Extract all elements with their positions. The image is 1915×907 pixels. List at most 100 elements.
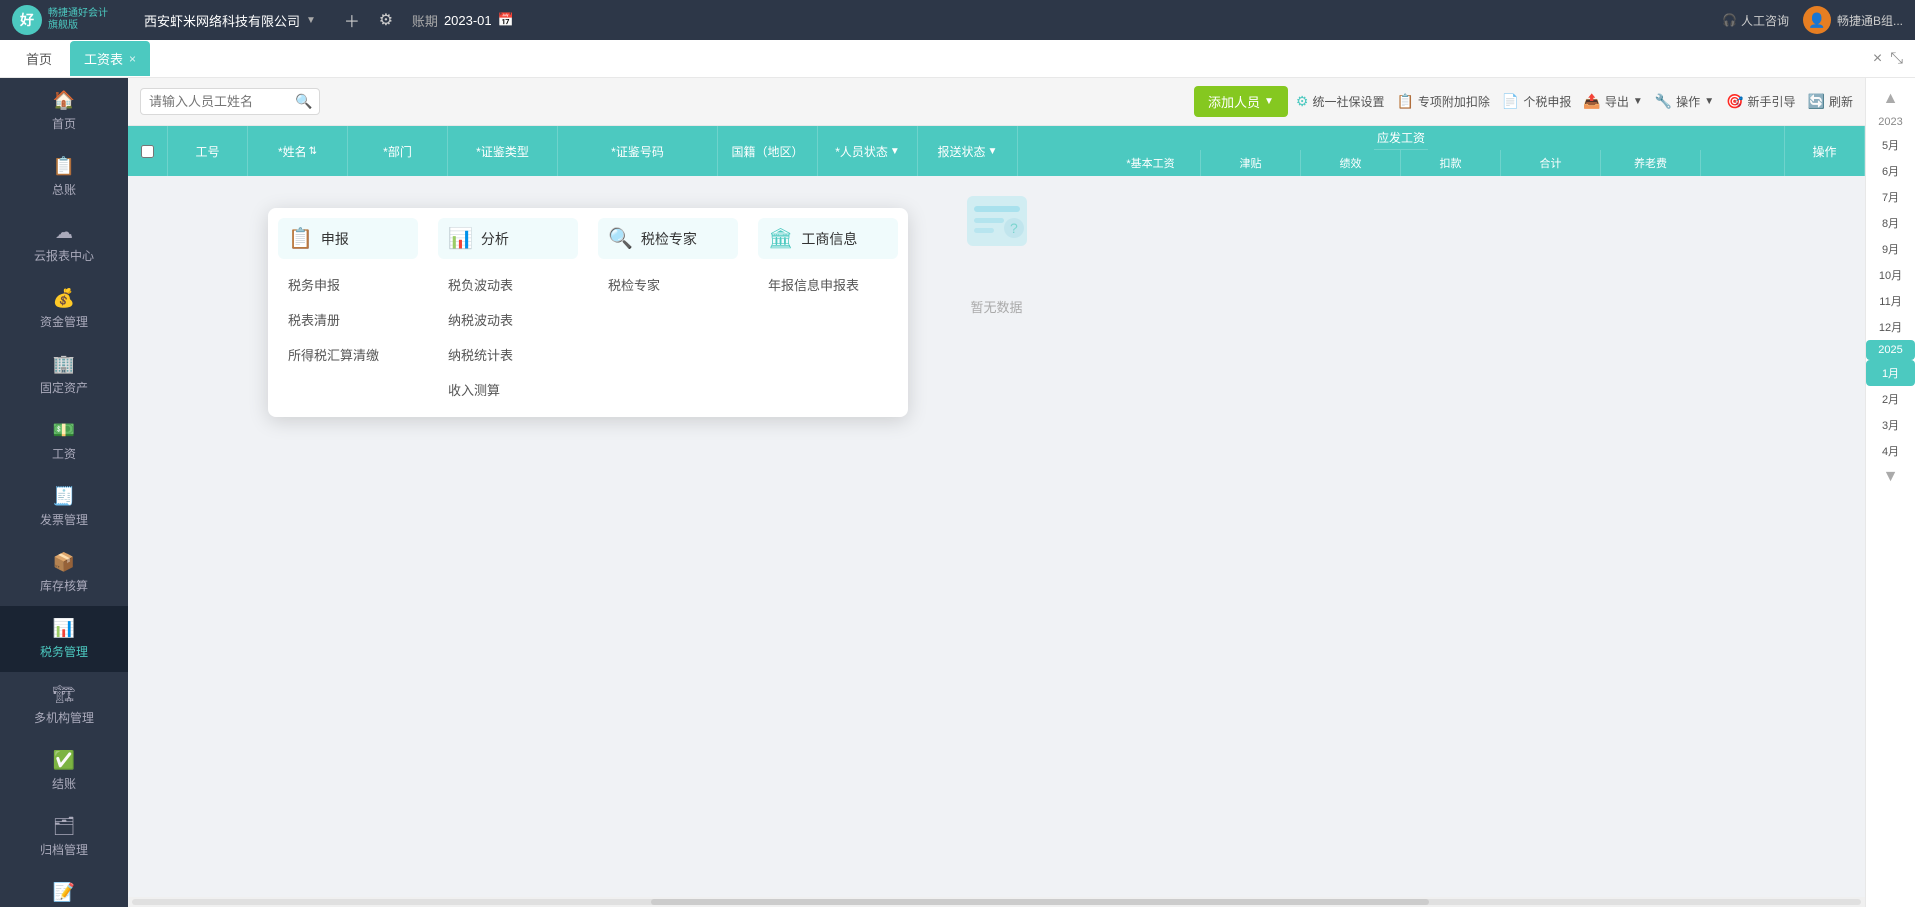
year-2023-label: 2023 bbox=[1878, 112, 1902, 132]
logo-area: 好 畅捷通好会计 旗舰版 bbox=[12, 5, 132, 35]
analysis-col-icon: 📊 bbox=[448, 226, 473, 251]
dropdown-menu: 📋 申报 税务申报 税表清册 所得税汇算清缴 📊 分析 税负波动表 纳税波动表 … bbox=[268, 208, 908, 417]
th-base-salary: *基本工资 bbox=[1101, 150, 1201, 176]
dropdown-item-annual-report[interactable]: 年报信息申报表 bbox=[758, 267, 898, 302]
resize-window-icon[interactable]: ⤡ bbox=[1890, 50, 1903, 68]
sidebar-item-salary[interactable]: 💵 工资 bbox=[0, 408, 128, 474]
cloud-icon: ☁ bbox=[55, 222, 73, 243]
timeline-month-4[interactable]: 4月 bbox=[1866, 438, 1915, 464]
scrollbar-thumb bbox=[651, 899, 1429, 905]
dropdown-item-tax-burden[interactable]: 税负波动表 bbox=[438, 267, 578, 302]
tax-expert-col-icon: 🔍 bbox=[608, 226, 633, 251]
dropdown-item-tax-table[interactable]: 税表清册 bbox=[278, 302, 418, 337]
tab-close-icon[interactable]: × bbox=[129, 52, 136, 66]
th-checkbox[interactable] bbox=[128, 126, 168, 176]
table-header: 工号 *姓名 ⇅ *部门 *证鉴类型 *证鉴号码 国籍（地区） bbox=[128, 126, 1865, 176]
social-insurance-action[interactable]: ⚙ 统一社保设置 bbox=[1296, 93, 1385, 110]
timeline-month-7[interactable]: 7月 bbox=[1866, 184, 1915, 210]
sidebar-item-ledger[interactable]: 📋 总账 bbox=[0, 144, 128, 210]
dropdown-item-income-estimate[interactable]: 收入测算 bbox=[438, 372, 578, 407]
timeline-month-11[interactable]: 11月 bbox=[1866, 288, 1915, 314]
ops-arrow-icon: ▼ bbox=[1704, 96, 1714, 107]
sidebar-item-archive[interactable]: 🗂 归档管理 bbox=[0, 804, 128, 870]
timeline-month-5[interactable]: 5月 bbox=[1866, 132, 1915, 158]
timeline-month-10[interactable]: 10月 bbox=[1866, 262, 1915, 288]
dropdown-item-tax-settlement[interactable]: 所得税汇算清缴 bbox=[278, 337, 418, 372]
multi-org-icon: 🏗 bbox=[53, 684, 76, 705]
status-filter-icon: ▼ bbox=[890, 146, 900, 157]
th-status[interactable]: *人员状态 ▼ bbox=[818, 126, 918, 176]
period-calendar-icon[interactable]: 📅 bbox=[498, 12, 514, 28]
add-person-button[interactable]: 添加人员 ▼ bbox=[1194, 86, 1288, 117]
sidebar-item-fund[interactable]: 💰 资金管理 bbox=[0, 276, 128, 342]
timeline-month-2[interactable]: 2月 bbox=[1866, 386, 1915, 412]
timeline-nav-down[interactable]: ▼ bbox=[1879, 464, 1903, 490]
dropdown-item-tax-stats[interactable]: 纳税统计表 bbox=[438, 337, 578, 372]
sidebar-item-cloud-report[interactable]: ☁ 云报表中心 bbox=[0, 210, 128, 276]
top-bar-actions: ＋ ⚙ bbox=[338, 6, 400, 34]
sidebar-item-expense[interactable]: 📝 小畅报销 bbox=[0, 870, 128, 907]
dropdown-item-tax-expert[interactable]: 税检专家 bbox=[598, 267, 738, 302]
timeline-month-8[interactable]: 8月 bbox=[1866, 210, 1915, 236]
tab-home[interactable]: 首页 bbox=[12, 41, 66, 76]
dropdown-col-analysis: 📊 分析 税负波动表 纳税波动表 纳税统计表 收入测算 bbox=[428, 218, 588, 407]
sidebar-item-assets[interactable]: 🏢 固定资产 bbox=[0, 342, 128, 408]
app-logo-icon: 好 bbox=[12, 5, 42, 35]
settings-button[interactable]: ⚙ bbox=[372, 6, 400, 34]
fund-icon: 💰 bbox=[53, 288, 75, 309]
user-area[interactable]: 👤 畅捷通B组... bbox=[1803, 6, 1903, 34]
operations-action[interactable]: 🔧 操作 ▼ bbox=[1655, 93, 1714, 110]
sidebar-item-close-account[interactable]: ✅ 结账 bbox=[0, 738, 128, 804]
bottom-scrollbar[interactable] bbox=[128, 897, 1865, 907]
dropdown-col-declaration: 📋 申报 税务申报 税表清册 所得税汇算清缴 bbox=[268, 218, 428, 407]
support-button[interactable]: 🎧 人工咨询 bbox=[1722, 12, 1789, 29]
company-selector[interactable]: 西安虾米网络科技有限公司 ▼ bbox=[144, 11, 316, 30]
top-bar: 好 畅捷通好会计 旗舰版 西安虾米网络科技有限公司 ▼ ＋ ⚙ 账期 2023-… bbox=[0, 0, 1915, 40]
sidebar-item-inventory[interactable]: 📦 库存核算 bbox=[0, 540, 128, 606]
guide-action-icon: 🎯 bbox=[1726, 93, 1743, 110]
th-name[interactable]: *姓名 ⇅ bbox=[248, 126, 348, 176]
salary-icon: 💵 bbox=[53, 420, 75, 441]
archive-icon: 🗂 bbox=[53, 816, 76, 837]
user-name: 畅捷通B组... bbox=[1837, 12, 1903, 29]
wage-sub-cols: *基本工资 津贴 绩效 扣款 合计 bbox=[1101, 150, 1701, 176]
company-chevron-icon: ▼ bbox=[306, 15, 316, 26]
timeline-month-6[interactable]: 6月 bbox=[1866, 158, 1915, 184]
th-wage-group: 应发工资 *基本工资 津贴 绩效 扣款 bbox=[1018, 126, 1785, 176]
add-company-button[interactable]: ＋ bbox=[338, 6, 366, 34]
sidebar-item-tax[interactable]: 📊 税务管理 bbox=[0, 606, 128, 672]
tax-declaration-action[interactable]: 📄 个税申报 bbox=[1502, 93, 1571, 110]
report-filter-icon: ▼ bbox=[988, 146, 998, 157]
top-bar-right: 🎧 人工咨询 👤 畅捷通B组... bbox=[1722, 6, 1903, 34]
right-panel: ▲ 2023 5月 6月 7月 8月 9月 10月 11月 12月 2025 1… bbox=[1865, 78, 1915, 907]
special-deduction-action[interactable]: 📋 专项附加扣除 bbox=[1396, 93, 1489, 110]
timeline-month-1[interactable]: 1月 bbox=[1866, 360, 1915, 386]
timeline-month-12[interactable]: 12月 bbox=[1866, 314, 1915, 340]
sidebar-item-invoice[interactable]: 🧾 发票管理 bbox=[0, 474, 128, 540]
guide-action[interactable]: 🎯 新手引导 bbox=[1726, 93, 1795, 110]
search-input[interactable] bbox=[149, 94, 289, 109]
timeline-month-9[interactable]: 9月 bbox=[1866, 236, 1915, 262]
sidebar-item-home[interactable]: 🏠 首页 bbox=[0, 78, 128, 144]
company-name: 西安虾米网络科技有限公司 bbox=[144, 11, 300, 30]
dropdown-item-tax-fluctuation[interactable]: 纳税波动表 bbox=[438, 302, 578, 337]
timeline-nav-up[interactable]: ▲ bbox=[1879, 86, 1903, 112]
period-value: 2023-01 bbox=[444, 13, 492, 28]
export-action[interactable]: 📤 导出 ▼ bbox=[1583, 93, 1642, 110]
th-cert-type: *证鉴类型 bbox=[448, 126, 558, 176]
sidebar-item-multi-org[interactable]: 🏗 多机构管理 bbox=[0, 672, 128, 738]
refresh-action[interactable]: 🔄 刷新 bbox=[1808, 93, 1853, 110]
search-box: 🔍 bbox=[140, 88, 320, 115]
th-report-status[interactable]: 报送状态 ▼ bbox=[918, 126, 1018, 176]
close-window-icon[interactable]: × bbox=[1873, 50, 1882, 68]
assets-icon: 🏢 bbox=[53, 354, 75, 375]
select-all-checkbox[interactable] bbox=[141, 145, 154, 158]
tab-salary-table[interactable]: 工资表 × bbox=[70, 41, 150, 76]
inventory-icon: 📦 bbox=[53, 552, 75, 573]
operations-icon: 🔧 bbox=[1655, 93, 1672, 110]
dropdown-cols: 📋 申报 税务申报 税表清册 所得税汇算清缴 📊 分析 税负波动表 纳税波动表 … bbox=[268, 208, 908, 417]
tax-icon: 📊 bbox=[53, 618, 75, 639]
empty-text: 暂无数据 bbox=[970, 297, 1022, 316]
timeline-month-3[interactable]: 3月 bbox=[1866, 412, 1915, 438]
dropdown-item-tax-declaration[interactable]: 税务申报 bbox=[278, 267, 418, 302]
